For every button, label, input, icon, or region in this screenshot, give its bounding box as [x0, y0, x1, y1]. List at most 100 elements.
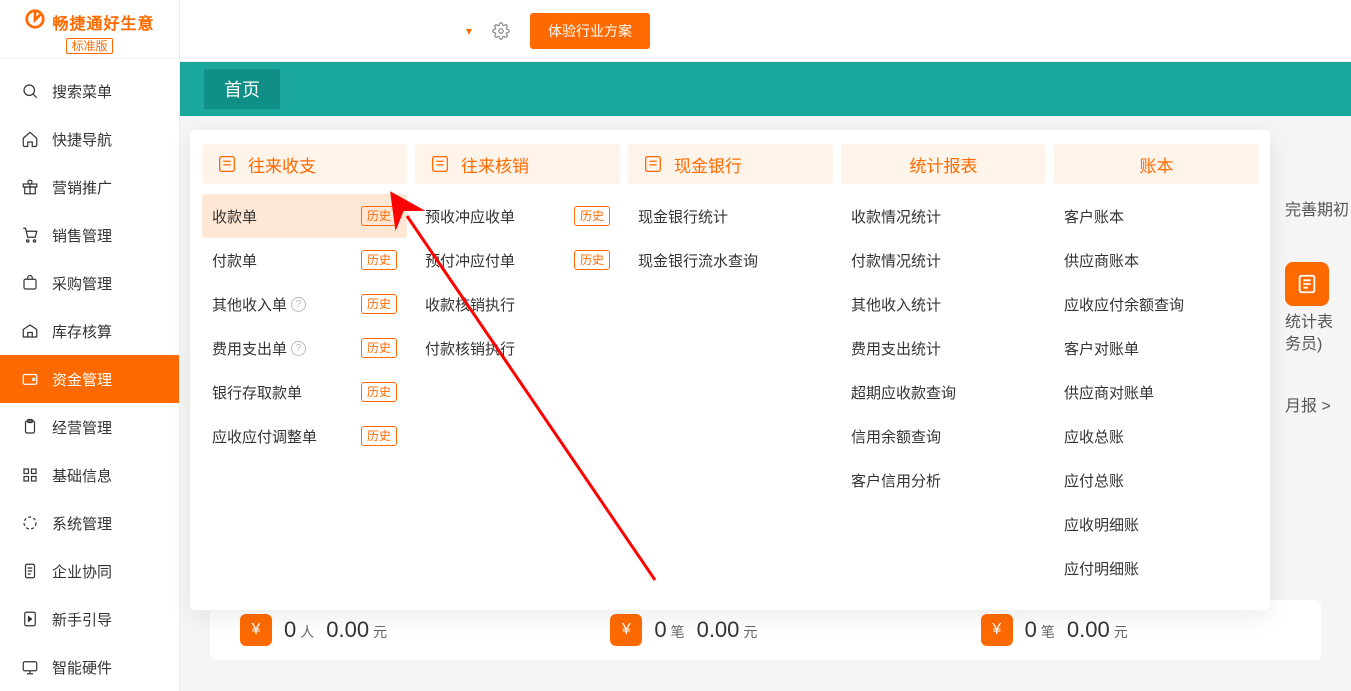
mega-item-label: 应付明细账	[1064, 558, 1139, 579]
mega-column-0: 往来收支收款单历史付款单历史其他收入单?历史费用支出单?历史银行存取款单历史应收…	[202, 144, 407, 590]
sidebar-item-4[interactable]: 采购管理	[0, 259, 179, 307]
mega-column-header: 统计报表	[841, 144, 1046, 184]
tab-home[interactable]: 首页	[204, 69, 280, 109]
sidebar-item-label: 库存核算	[52, 321, 112, 342]
logo-edition-badge: 标准版	[66, 38, 112, 54]
warehouse-icon	[20, 321, 40, 341]
mega-item[interactable]: 现金银行流水查询	[628, 238, 833, 282]
stat-value: 0	[1025, 617, 1037, 643]
mega-item-label: 信用余额查询	[851, 426, 941, 447]
mega-item[interactable]: 应收应付调整单 历史	[202, 414, 407, 458]
mega-item[interactable]: 超期应收款查询	[841, 370, 1046, 414]
stat-icon: ¥	[981, 614, 1013, 646]
logo-area: 畅捷通好生意 标准版	[0, 0, 179, 59]
history-badge[interactable]: 历史	[361, 206, 397, 226]
mega-item-label: 应收明细账	[1064, 514, 1139, 535]
stat-value: 0	[654, 617, 666, 643]
sidebar-item-6[interactable]: 资金管理	[0, 355, 179, 403]
sidebar-item-12[interactable]: 智能硬件	[0, 643, 179, 691]
mega-item[interactable]: 其他收入单? 历史	[202, 282, 407, 326]
history-badge[interactable]: 历史	[574, 250, 610, 270]
mega-item[interactable]: 其他收入统计	[841, 282, 1046, 326]
sidebar-item-9[interactable]: 系统管理	[0, 499, 179, 547]
right-hint-3[interactable]: 月报 >	[1285, 396, 1351, 418]
mega-item-label: 应付总账	[1064, 470, 1124, 491]
stat-currency: 元	[743, 622, 757, 642]
mega-item-label: 应收应付余额查询	[1064, 294, 1184, 315]
mega-item[interactable]: 收款情况统计	[841, 194, 1046, 238]
mega-item[interactable]: 费用支出单?历史	[202, 326, 407, 370]
mega-item[interactable]: 收款核销执行	[415, 282, 620, 326]
mega-item[interactable]: 信用余额查询	[841, 414, 1046, 458]
mega-item[interactable]: 应付明细账	[1054, 546, 1259, 590]
sidebar-item-label: 资金管理	[52, 369, 112, 390]
mega-item[interactable]: 供应商账本	[1054, 238, 1259, 282]
experience-industry-button[interactable]: 体验行业方案	[530, 13, 650, 49]
mega-item[interactable]: 付款单历史	[202, 238, 407, 282]
mega-item-label: 预收冲应收单	[425, 206, 515, 227]
gear-icon[interactable]	[492, 22, 510, 40]
sidebar: 畅捷通好生意 标准版 搜索菜单快捷导航营销推广销售管理采购管理库存核算资金管理经…	[0, 0, 180, 691]
mega-item-label: 其他收入单?	[212, 294, 306, 315]
topbar: ▾ 体验行业方案	[180, 0, 1351, 62]
mega-item[interactable]: 客户信用分析	[841, 458, 1046, 502]
history-badge[interactable]: 历史	[574, 206, 610, 226]
mega-item[interactable]: 现金银行统计	[628, 194, 833, 238]
gift-icon	[20, 177, 40, 197]
logo-icon	[24, 8, 46, 36]
sidebar-item-8[interactable]: 基础信息	[0, 451, 179, 499]
right-hint-2b[interactable]: 务员)	[1285, 334, 1351, 356]
sidebar-item-1[interactable]: 快捷导航	[0, 115, 179, 163]
history-badge[interactable]: 历史	[361, 250, 397, 270]
sidebar-item-label: 新手引导	[52, 609, 112, 630]
sidebar-item-3[interactable]: 销售管理	[0, 211, 179, 259]
mega-item-label: 应收总账	[1064, 426, 1124, 447]
mega-item[interactable]: 供应商对账单	[1054, 370, 1259, 414]
sidebar-item-label: 营销推广	[52, 177, 112, 198]
mega-item[interactable]: 付款核销执行	[415, 326, 620, 370]
mega-item[interactable]: 收款单历史	[202, 194, 407, 238]
sidebar-item-label: 快捷导航	[52, 129, 112, 150]
mega-item[interactable]: 预收冲应收单 历史	[415, 194, 620, 238]
sidebar-item-7[interactable]: 经营管理	[0, 403, 179, 451]
mega-item[interactable]: 应收总账	[1054, 414, 1259, 458]
mega-item[interactable]: 应收应付余额查询	[1054, 282, 1259, 326]
stat-group-1: ¥0笔0.00元	[610, 614, 920, 646]
history-badge[interactable]: 历史	[361, 382, 397, 402]
mega-item[interactable]: 客户对账单	[1054, 326, 1259, 370]
mega-item-label: 供应商对账单	[1064, 382, 1154, 403]
mega-column-title: 账本	[1140, 152, 1174, 177]
mega-item[interactable]: 客户账本	[1054, 194, 1259, 238]
sidebar-item-2[interactable]: 营销推广	[0, 163, 179, 211]
mega-item[interactable]: 应付总账	[1054, 458, 1259, 502]
history-badge[interactable]: 历史	[361, 338, 397, 358]
stat-currency: 元	[1114, 622, 1128, 642]
help-icon[interactable]: ?	[291, 341, 306, 356]
logo-brand-text: 畅捷通好生意	[52, 10, 154, 34]
mega-item-label: 应收应付调整单	[212, 426, 317, 447]
right-hint-1[interactable]: 完善期初	[1285, 200, 1351, 222]
mega-item[interactable]: 预付冲应付单 历史	[415, 238, 620, 282]
sidebar-item-5[interactable]: 库存核算	[0, 307, 179, 355]
mega-column-title: 往来核销	[461, 152, 529, 177]
mega-item[interactable]: 费用支出统计	[841, 326, 1046, 370]
sidebar-item-0[interactable]: 搜索菜单	[0, 67, 179, 115]
mega-column-header: 往来核销	[415, 144, 620, 184]
guide-icon	[20, 609, 40, 629]
mega-item-label: 预付冲应付单	[425, 250, 515, 271]
stat-currency: 元	[373, 622, 387, 642]
mega-item[interactable]: 付款情况统计	[841, 238, 1046, 282]
history-badge[interactable]: 历史	[361, 426, 397, 446]
mega-item[interactable]: 应收明细账	[1054, 502, 1259, 546]
mega-item-label: 收款情况统计	[851, 206, 941, 227]
chevron-down-icon[interactable]: ▾	[466, 24, 472, 38]
help-icon[interactable]: ?	[291, 297, 306, 312]
company-dropdown[interactable]	[196, 13, 456, 49]
history-badge[interactable]: 历史	[361, 294, 397, 314]
mega-item[interactable]: 银行存取款单历史	[202, 370, 407, 414]
fund-mega-menu: 往来收支收款单历史付款单历史其他收入单?历史费用支出单?历史银行存取款单历史应收…	[190, 130, 1270, 610]
right-hint-2a[interactable]: 统计表	[1285, 312, 1351, 334]
sidebar-item-10[interactable]: 企业协同	[0, 547, 179, 595]
report-icon[interactable]	[1285, 262, 1329, 306]
sidebar-item-11[interactable]: 新手引导	[0, 595, 179, 643]
